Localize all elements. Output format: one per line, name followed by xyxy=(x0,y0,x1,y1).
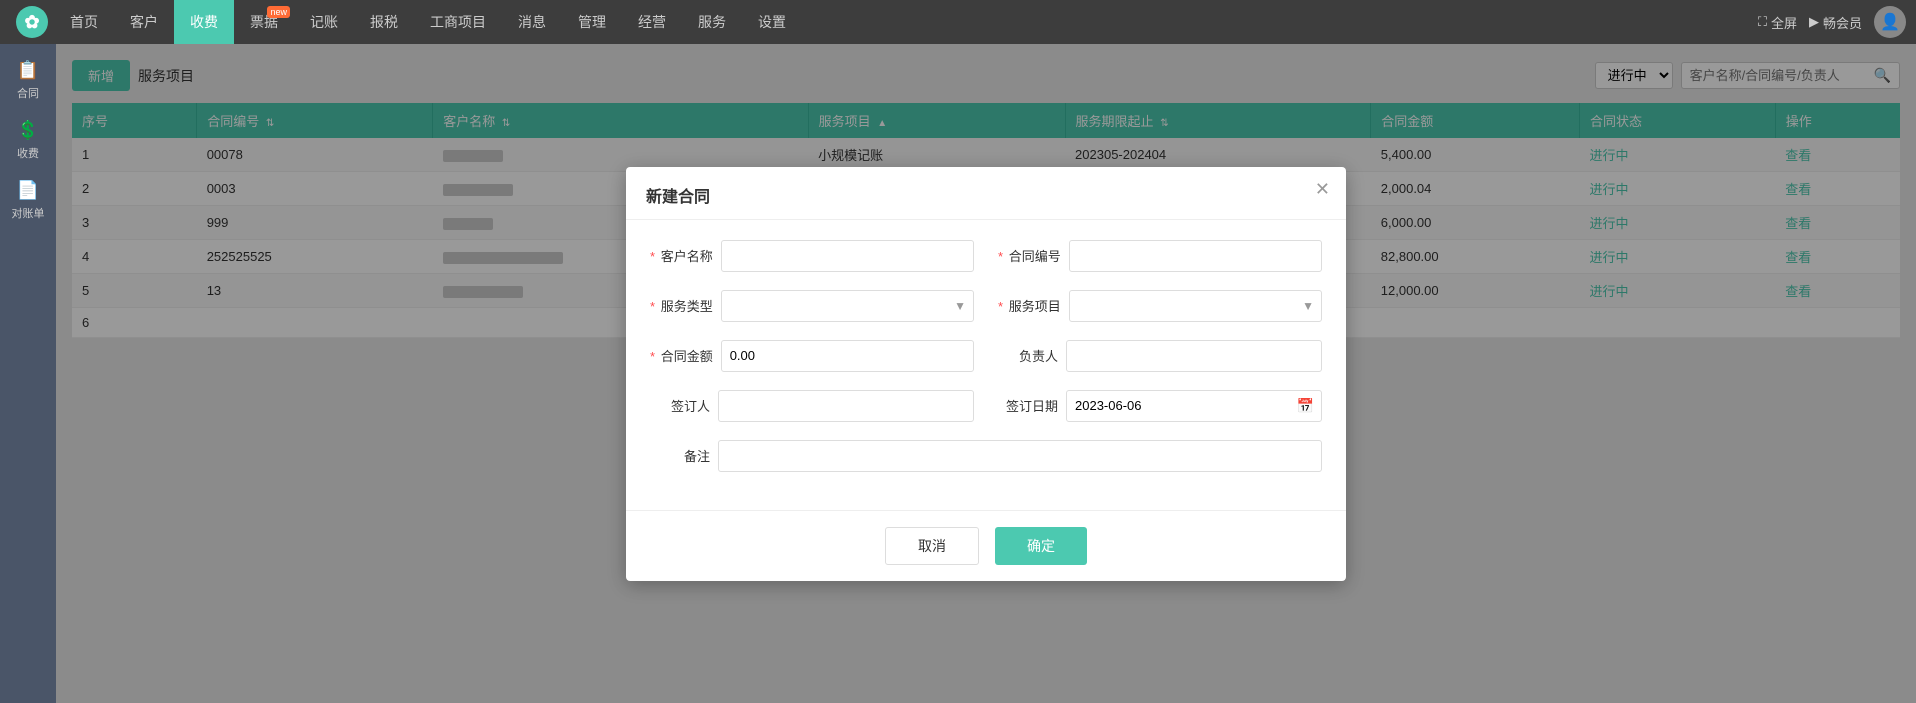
nav-customer[interactable]: 客户 xyxy=(114,0,174,44)
fullscreen-icon: ⛶ xyxy=(1758,14,1767,30)
nav-invoice[interactable]: 票据 new xyxy=(234,0,294,44)
nav-operation[interactable]: 经营 xyxy=(622,0,682,44)
required-star: * xyxy=(998,299,1003,314)
service-type-field: * 服务类型 ▼ xyxy=(650,290,974,322)
amount-field: * 合同金额 xyxy=(650,340,974,372)
nav-tax[interactable]: 报税 xyxy=(354,0,414,44)
modal-close-button[interactable]: ✕ xyxy=(1315,179,1330,200)
remark-field: 备注 xyxy=(650,440,1322,472)
sign-date-field: 签订日期 📅 xyxy=(998,390,1322,422)
nav-message[interactable]: 消息 xyxy=(502,0,562,44)
contract-no-field: * 合同编号 xyxy=(998,240,1322,272)
required-star: * xyxy=(650,249,655,264)
fullscreen-button[interactable]: ⛶ 全屏 xyxy=(1758,13,1797,32)
service-item-select[interactable] xyxy=(1069,290,1322,322)
form-row-3: * 合同金额 负责人 xyxy=(650,340,1322,372)
statement-icon: 📄 xyxy=(17,180,39,201)
calendar-icon[interactable]: 📅 xyxy=(1297,397,1314,414)
confirm-button[interactable]: 确定 xyxy=(995,527,1087,565)
play-icon: ▶ xyxy=(1809,14,1819,30)
logo-icon: ✿ xyxy=(16,6,48,38)
nav-service[interactable]: 服务 xyxy=(682,0,742,44)
service-item-label: * 服务项目 xyxy=(998,296,1061,315)
sign-date-input[interactable] xyxy=(1066,390,1322,422)
modal-title: 新建合同 xyxy=(646,189,710,206)
nav-bookkeeping[interactable]: 记账 xyxy=(294,0,354,44)
contract-no-label: * 合同编号 xyxy=(998,246,1061,265)
modal-overlay: 新建合同 ✕ * 客户名称 * 合同编号 xyxy=(56,44,1916,703)
service-type-label: * 服务类型 xyxy=(650,296,713,315)
user-icon: 👤 xyxy=(1880,12,1900,32)
form-row-2: * 服务类型 ▼ * 服务项目 xyxy=(650,290,1322,322)
create-contract-modal: 新建合同 ✕ * 客户名称 * 合同编号 xyxy=(626,167,1346,581)
nav-items: 首页 客户 收费 票据 new 记账 报税 工商项目 消息 管理 经营 服务 设… xyxy=(54,0,1758,44)
modal-header: 新建合同 xyxy=(626,167,1346,220)
sidebar-item-statement[interactable]: 📄 对账单 xyxy=(2,172,54,228)
customer-name-label: * 客户名称 xyxy=(650,246,713,265)
sign-date-label: 签订日期 xyxy=(998,396,1058,415)
service-type-select-wrapper: ▼ xyxy=(721,290,974,322)
app-logo: ✿ xyxy=(10,0,54,44)
nav-settings[interactable]: 设置 xyxy=(742,0,802,44)
required-star: * xyxy=(650,299,655,314)
avatar[interactable]: 👤 xyxy=(1874,6,1906,38)
modal-body: * 客户名称 * 合同编号 * 服 xyxy=(626,220,1346,510)
topnav-right: ⛶ 全屏 ▶ 畅会员 👤 xyxy=(1758,6,1906,38)
service-type-select[interactable] xyxy=(721,290,974,322)
service-item-select-wrapper: ▼ xyxy=(1069,290,1322,322)
new-badge: new xyxy=(267,6,290,18)
signer-input[interactable] xyxy=(718,390,974,422)
nav-billing[interactable]: 收费 xyxy=(174,0,234,44)
responsible-input[interactable] xyxy=(1066,340,1322,372)
sidebar-label-billing: 收费 xyxy=(17,145,39,161)
amount-label: * 合同金额 xyxy=(650,346,713,365)
responsible-label: 负责人 xyxy=(998,346,1058,365)
sidebar-item-billing[interactable]: 💲 收费 xyxy=(2,112,54,168)
sign-date-wrapper: 📅 xyxy=(1066,390,1322,422)
required-star: * xyxy=(998,249,1003,264)
form-row-5: 备注 xyxy=(650,440,1322,472)
service-item-field: * 服务项目 ▼ xyxy=(998,290,1322,322)
customer-name-input[interactable] xyxy=(721,240,974,272)
customer-name-field: * 客户名称 xyxy=(650,240,974,272)
modal-footer: 取消 确定 xyxy=(626,510,1346,581)
top-navigation: ✿ 首页 客户 收费 票据 new 记账 报税 工商项目 消息 管理 经营 服务… xyxy=(0,0,1916,44)
billing-icon: 💲 xyxy=(17,120,39,141)
required-star: * xyxy=(650,349,655,364)
sidebar-item-contract[interactable]: 📋 合同 xyxy=(2,52,54,108)
form-row-4: 签订人 签订日期 📅 xyxy=(650,390,1322,422)
amount-input[interactable] xyxy=(721,340,974,372)
form-row-1: * 客户名称 * 合同编号 xyxy=(650,240,1322,272)
sidebar: 📋 合同 💲 收费 📄 对账单 xyxy=(0,44,56,703)
responsible-field: 负责人 xyxy=(998,340,1322,372)
contract-no-input[interactable] xyxy=(1069,240,1322,272)
nav-business[interactable]: 工商项目 xyxy=(414,0,502,44)
remark-input[interactable] xyxy=(718,440,1322,472)
sidebar-label-contract: 合同 xyxy=(17,85,39,101)
remark-label: 备注 xyxy=(650,446,710,465)
nav-home[interactable]: 首页 xyxy=(54,0,114,44)
cancel-button[interactable]: 取消 xyxy=(885,527,979,565)
nav-manage[interactable]: 管理 xyxy=(562,0,622,44)
contract-icon: 📋 xyxy=(17,60,39,81)
sidebar-label-statement: 对账单 xyxy=(12,205,45,221)
member-button[interactable]: ▶ 畅会员 xyxy=(1809,13,1862,32)
signer-field: 签订人 xyxy=(650,390,974,422)
signer-label: 签订人 xyxy=(650,396,710,415)
